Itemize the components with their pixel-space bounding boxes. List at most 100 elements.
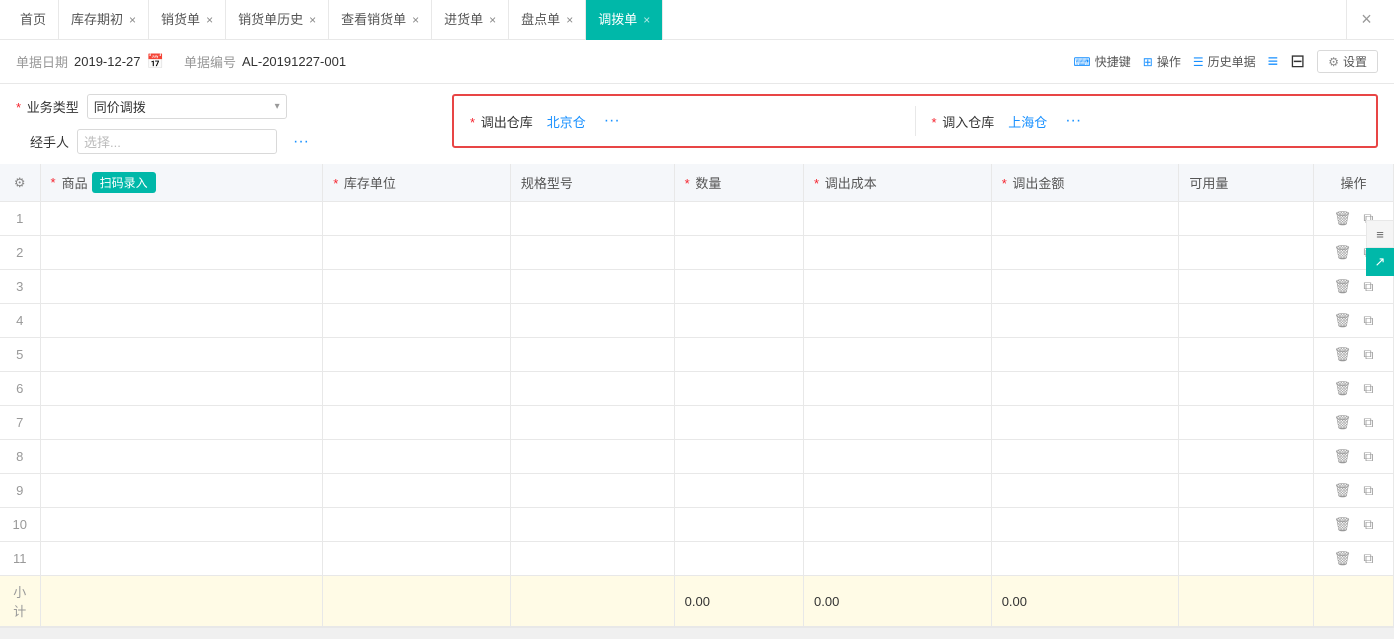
row-spec-7[interactable] xyxy=(510,406,674,440)
row-amount-4[interactable] xyxy=(991,304,1179,338)
row-qty-5[interactable] xyxy=(674,338,803,372)
row-unit-4[interactable] xyxy=(323,304,511,338)
row-unit-2[interactable] xyxy=(323,236,511,270)
row-qty-9[interactable] xyxy=(674,474,803,508)
row-spec-6[interactable] xyxy=(510,372,674,406)
tab-sales-order[interactable]: 销货单 × xyxy=(149,0,226,40)
row-spec-11[interactable] xyxy=(510,542,674,576)
float-export-button[interactable]: ↗ xyxy=(1366,248,1394,276)
window-close-button[interactable]: × xyxy=(1346,0,1386,40)
row-amount-8[interactable] xyxy=(991,440,1179,474)
row-cost-6[interactable] xyxy=(804,372,992,406)
tab-close-transfer[interactable]: × xyxy=(643,14,650,26)
delete-row-4-button[interactable]: 🗑 xyxy=(1332,310,1354,331)
row-available-6[interactable] xyxy=(1179,372,1314,406)
row-goods-7[interactable] xyxy=(40,406,323,440)
warehouse-out-value[interactable]: 北京仓 xyxy=(547,112,586,131)
tab-close-purchase[interactable]: × xyxy=(489,14,496,26)
row-amount-11[interactable] xyxy=(991,542,1179,576)
copy-row-10-button[interactable]: ⧉ xyxy=(1361,514,1375,535)
copy-row-6-button[interactable]: ⧉ xyxy=(1361,378,1375,399)
row-cost-8[interactable] xyxy=(804,440,992,474)
copy-row-9-button[interactable]: ⧉ xyxy=(1361,480,1375,501)
row-available-7[interactable] xyxy=(1179,406,1314,440)
copy-row-3-button[interactable]: ⧉ xyxy=(1361,276,1375,297)
row-goods-5[interactable] xyxy=(40,338,323,372)
tab-close-sales-history[interactable]: × xyxy=(309,14,316,26)
delete-row-3-button[interactable]: 🗑 xyxy=(1332,276,1354,297)
row-amount-1[interactable] xyxy=(991,202,1179,236)
row-available-4[interactable] xyxy=(1179,304,1314,338)
tab-view-sales[interactable]: 查看销货单 × xyxy=(329,0,432,40)
scan-input-button[interactable]: 扫码录入 xyxy=(92,172,156,193)
copy-row-8-button[interactable]: ⧉ xyxy=(1361,446,1375,467)
row-available-5[interactable] xyxy=(1179,338,1314,372)
copy-row-11-button[interactable]: ⧉ xyxy=(1361,548,1375,569)
row-goods-10[interactable] xyxy=(40,508,323,542)
row-unit-7[interactable] xyxy=(323,406,511,440)
row-spec-3[interactable] xyxy=(510,270,674,304)
row-unit-6[interactable] xyxy=(323,372,511,406)
row-available-9[interactable] xyxy=(1179,474,1314,508)
row-goods-6[interactable] xyxy=(40,372,323,406)
row-available-2[interactable] xyxy=(1179,236,1314,270)
row-unit-11[interactable] xyxy=(323,542,511,576)
table-container[interactable]: ⚙ * 商品 扫码录入 * 库存单位 规格型号 xyxy=(0,164,1394,627)
row-amount-9[interactable] xyxy=(991,474,1179,508)
business-type-select[interactable]: 同价调拨 ▾ xyxy=(87,94,287,119)
calendar-icon[interactable]: 📅 xyxy=(147,53,164,70)
row-amount-3[interactable] xyxy=(991,270,1179,304)
tab-home[interactable]: 首页 xyxy=(8,0,59,40)
tab-close-view-sales[interactable]: × xyxy=(412,14,419,26)
row-cost-5[interactable] xyxy=(804,338,992,372)
tab-sales-history[interactable]: 销货单历史 × xyxy=(226,0,329,40)
delete-row-11-button[interactable]: 🗑 xyxy=(1332,548,1354,569)
handler-more-icon[interactable]: ··· xyxy=(293,133,309,151)
copy-row-4-button[interactable]: ⧉ xyxy=(1361,310,1375,331)
delete-row-10-button[interactable]: 🗑 xyxy=(1332,514,1354,535)
row-qty-8[interactable] xyxy=(674,440,803,474)
row-qty-4[interactable] xyxy=(674,304,803,338)
tab-transfer[interactable]: 调拨单 × xyxy=(586,0,663,40)
tab-close-inventory[interactable]: × xyxy=(566,14,573,26)
delete-row-9-button[interactable]: 🗑 xyxy=(1332,480,1354,501)
shortcut-button[interactable]: ⌨ 快捷键 xyxy=(1073,53,1130,70)
row-cost-10[interactable] xyxy=(804,508,992,542)
warehouse-out-more-icon[interactable]: ··· xyxy=(604,112,620,130)
row-goods-2[interactable] xyxy=(40,236,323,270)
row-qty-1[interactable] xyxy=(674,202,803,236)
row-unit-1[interactable] xyxy=(323,202,511,236)
row-available-8[interactable] xyxy=(1179,440,1314,474)
view-toggle-list[interactable]: ≡ xyxy=(1268,51,1279,72)
row-cost-1[interactable] xyxy=(804,202,992,236)
table-gear-icon[interactable]: ⚙ xyxy=(14,175,26,190)
copy-row-7-button[interactable]: ⧉ xyxy=(1361,412,1375,433)
row-unit-10[interactable] xyxy=(323,508,511,542)
delete-row-8-button[interactable]: 🗑 xyxy=(1332,446,1354,467)
row-spec-2[interactable] xyxy=(510,236,674,270)
row-cost-3[interactable] xyxy=(804,270,992,304)
row-unit-3[interactable] xyxy=(323,270,511,304)
delete-row-7-button[interactable]: 🗑 xyxy=(1332,412,1354,433)
row-available-11[interactable] xyxy=(1179,542,1314,576)
delete-row-1-button[interactable]: 🗑 xyxy=(1332,208,1354,229)
row-unit-5[interactable] xyxy=(323,338,511,372)
row-qty-11[interactable] xyxy=(674,542,803,576)
warehouse-in-value[interactable]: 上海仓 xyxy=(1008,112,1047,131)
row-available-1[interactable] xyxy=(1179,202,1314,236)
row-goods-11[interactable] xyxy=(40,542,323,576)
row-qty-6[interactable] xyxy=(674,372,803,406)
delete-row-5-button[interactable]: 🗑 xyxy=(1332,344,1354,365)
row-cost-2[interactable] xyxy=(804,236,992,270)
row-amount-2[interactable] xyxy=(991,236,1179,270)
row-qty-3[interactable] xyxy=(674,270,803,304)
row-available-10[interactable] xyxy=(1179,508,1314,542)
delete-row-6-button[interactable]: 🗑 xyxy=(1332,378,1354,399)
row-amount-6[interactable] xyxy=(991,372,1179,406)
view-toggle-grid[interactable]: ⊟ xyxy=(1290,51,1305,72)
tab-init-stock[interactable]: 库存期初 × xyxy=(59,0,149,40)
warehouse-in-more-icon[interactable]: ··· xyxy=(1065,112,1081,130)
tab-inventory[interactable]: 盘点单 × xyxy=(509,0,586,40)
tab-close-init-stock[interactable]: × xyxy=(129,14,136,26)
row-qty-2[interactable] xyxy=(674,236,803,270)
